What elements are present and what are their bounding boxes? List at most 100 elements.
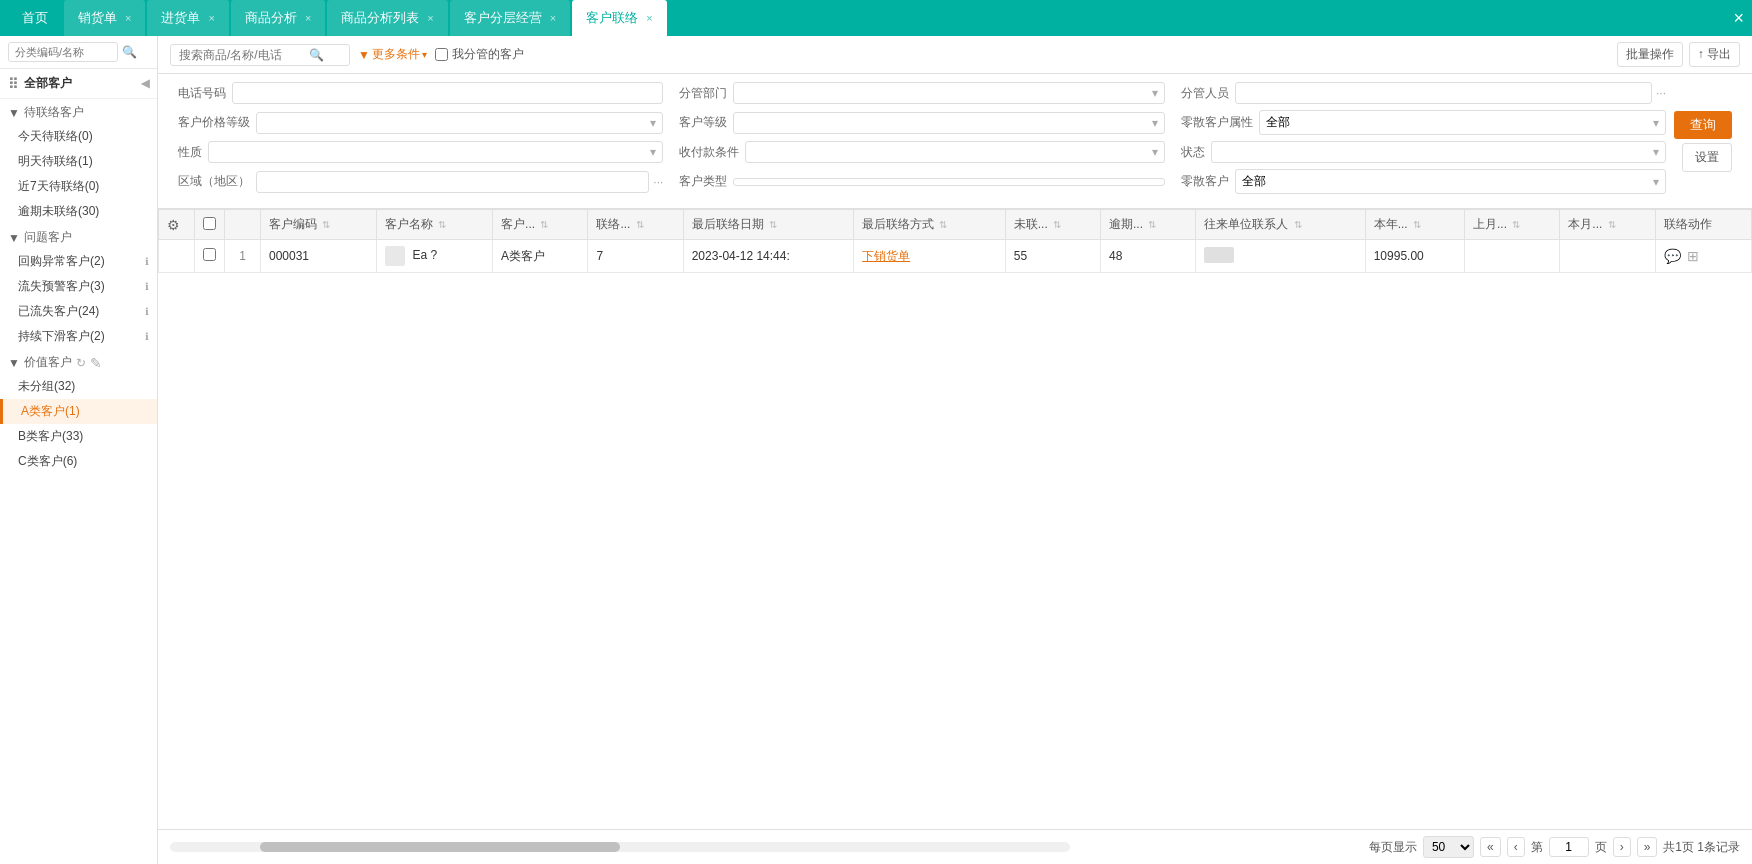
scatter-select[interactable]: 全部 ▾ (1235, 169, 1666, 194)
select-all-checkbox[interactable] (203, 217, 216, 230)
sidebar-item-overdue-contact[interactable]: 逾期未联络(30) (0, 199, 157, 224)
col-code-sort[interactable]: ⇅ (322, 219, 330, 230)
query-btn[interactable]: 查询 (1674, 111, 1732, 139)
row-seq: 1 (225, 240, 261, 273)
main-layout: 🔍 ⠿ 全部客户 ◀ ▼ 待联络客户 今天待联络(0) 明天待联络(1) 近7天… (0, 36, 1752, 864)
customer-level-label: 客户等级 (679, 114, 727, 131)
close-contact-tab[interactable]: × (646, 12, 652, 24)
export-label: 导出 (1707, 47, 1731, 61)
close-analysis-list-tab[interactable]: × (427, 12, 433, 24)
my-customers-checkbox[interactable]: 我分管的客户 (435, 46, 524, 63)
customer-avatar (385, 246, 405, 266)
batch-action-btn[interactable]: 批量操作 (1617, 42, 1683, 67)
batch-label: 批量操作 (1626, 47, 1674, 61)
sidebar-item-today-contact[interactable]: 今天待联络(0) (0, 124, 157, 149)
sidebar-item-churn-warning[interactable]: 流失预警客户(3) ℹ (0, 274, 157, 299)
nav-tab-sales[interactable]: 销货单 × (64, 0, 145, 36)
sidebar-search-icon[interactable]: 🔍 (122, 45, 137, 59)
next-page-btn[interactable]: › (1613, 837, 1631, 857)
dept-select[interactable]: ▾ (733, 82, 1164, 104)
per-page-label: 每页显示 (1369, 839, 1417, 856)
scatter-value: 全部 (1242, 173, 1266, 190)
status-select[interactable]: ▾ (1211, 141, 1666, 163)
col-date-sort[interactable]: ⇅ (769, 219, 777, 230)
sidebar-item-churned[interactable]: 已流失客户(24) ℹ (0, 299, 157, 324)
col-nocontact-sort[interactable]: ⇅ (1053, 219, 1061, 230)
comment-icon[interactable]: 💬 (1664, 248, 1681, 264)
sidebar-item-declining[interactable]: 持续下滑客户(2) ℹ (0, 324, 157, 349)
col-contact-action: 联络动作 (1655, 210, 1751, 240)
col-lastmonth-sort[interactable]: ⇅ (1512, 219, 1520, 230)
horizontal-scrollbar[interactable] (170, 842, 1070, 852)
region-dots[interactable]: ··· (653, 175, 663, 189)
nav-tab-customer-segment[interactable]: 客户分层经营 × (450, 0, 570, 36)
sidebar-item-ungrouped[interactable]: 未分组(32) (0, 374, 157, 399)
nav-tab-analysis-list[interactable]: 商品分析列表 × (327, 0, 447, 36)
sidebar-search-input[interactable] (8, 42, 118, 62)
value-edit-icon[interactable]: ✎ (90, 355, 102, 371)
all-customers-collapse[interactable]: ◀ (141, 77, 149, 90)
grid-icon[interactable]: ⊞ (1687, 248, 1699, 264)
group-value-customers[interactable]: ▼ 价值客户 ↻ ✎ (0, 349, 157, 374)
sidebar-item-tomorrow-contact[interactable]: 明天待联络(1) (0, 149, 157, 174)
group-pending-contact[interactable]: ▼ 待联络客户 (0, 99, 157, 124)
pagination: 每页显示 50 100 200 « ‹ 第 页 › » 共1页 1条记录 (1369, 836, 1740, 858)
col-method-sort[interactable]: ⇅ (939, 219, 947, 230)
sidebar-item-b-class[interactable]: B类客户(33) (0, 424, 157, 449)
status-label: 状态 (1181, 144, 1205, 161)
col-unit-sort[interactable]: ⇅ (1294, 219, 1302, 230)
row-method-link[interactable]: 下销货单 (862, 249, 910, 263)
filter-search-icon[interactable]: 🔍 (309, 48, 324, 62)
dept-chevron: ▾ (1152, 86, 1158, 100)
filter-more-btn[interactable]: ▼ 更多条件 ▾ (358, 46, 427, 63)
customer-level-select[interactable]: ▾ (733, 112, 1164, 134)
nature-select[interactable]: ▾ (208, 141, 663, 163)
value-refresh-icon[interactable]: ↻ (76, 356, 86, 370)
sidebar-item-repurchase-abnormal[interactable]: 回购异常客户(2) ℹ (0, 249, 157, 274)
nav-home[interactable]: 首页 (8, 0, 62, 36)
filter-bar: 🔍 ▼ 更多条件 ▾ 我分管的客户 批量操作 ↑ 导出 (158, 36, 1752, 74)
region-input[interactable] (256, 171, 649, 193)
close-all-tabs[interactable]: × (1733, 8, 1744, 29)
filter-search-input[interactable] (179, 48, 309, 62)
sidebar-item-a-class[interactable]: A类客户(1) (0, 399, 157, 424)
col-contact-sort[interactable]: ⇅ (636, 219, 644, 230)
close-purchase-tab[interactable]: × (208, 12, 214, 24)
last-page-btn[interactable]: » (1637, 837, 1658, 857)
payment-select[interactable]: ▾ (745, 141, 1164, 163)
table-gear-icon[interactable]: ⚙ (167, 217, 180, 233)
col-overdue-sort[interactable]: ⇅ (1148, 219, 1156, 230)
customer-type-select[interactable] (733, 178, 1164, 186)
per-page-select[interactable]: 50 100 200 (1423, 836, 1474, 858)
all-customers-header[interactable]: ⠿ 全部客户 ◀ (0, 69, 157, 99)
sidebar-item-7days-contact[interactable]: 近7天待联络(0) (0, 174, 157, 199)
filter-payment: 收付款条件 ▾ (671, 141, 1172, 163)
col-year-label: 本年... (1374, 217, 1408, 231)
page-input[interactable] (1549, 837, 1589, 857)
close-segment-tab[interactable]: × (550, 12, 556, 24)
col-thismonth-sort[interactable]: ⇅ (1608, 219, 1616, 230)
nav-tab-customer-contact[interactable]: 客户联络 × (572, 0, 666, 36)
nav-tab-purchase[interactable]: 进货单 × (147, 0, 228, 36)
settings-btn[interactable]: 设置 (1682, 143, 1732, 172)
scatter-attr-select[interactable]: 全部 ▾ (1259, 110, 1666, 135)
nav-tab-analysis[interactable]: 商品分析 × (231, 0, 325, 36)
col-name-sort[interactable]: ⇅ (438, 219, 446, 230)
manager-input[interactable] (1235, 82, 1652, 104)
first-page-btn[interactable]: « (1480, 837, 1501, 857)
my-customers-check[interactable] (435, 48, 448, 61)
prev-page-btn[interactable]: ‹ (1507, 837, 1525, 857)
col-year-sort[interactable]: ⇅ (1413, 219, 1421, 230)
phone-input[interactable] (232, 82, 663, 104)
export-btn[interactable]: ↑ 导出 (1689, 42, 1740, 67)
col-type-sort[interactable]: ⇅ (540, 219, 548, 230)
group-problem-customers[interactable]: ▼ 问题客户 (0, 224, 157, 249)
payment-chevron: ▾ (1152, 145, 1158, 159)
close-sales-tab[interactable]: × (125, 12, 131, 24)
col-name-label: 客户名称 (385, 217, 433, 231)
price-level-select[interactable]: ▾ (256, 112, 663, 134)
sidebar-item-c-class[interactable]: C类客户(6) (0, 449, 157, 474)
manager-dots[interactable]: ··· (1656, 86, 1666, 100)
row-checkbox[interactable] (203, 248, 216, 261)
close-analysis-tab[interactable]: × (305, 12, 311, 24)
